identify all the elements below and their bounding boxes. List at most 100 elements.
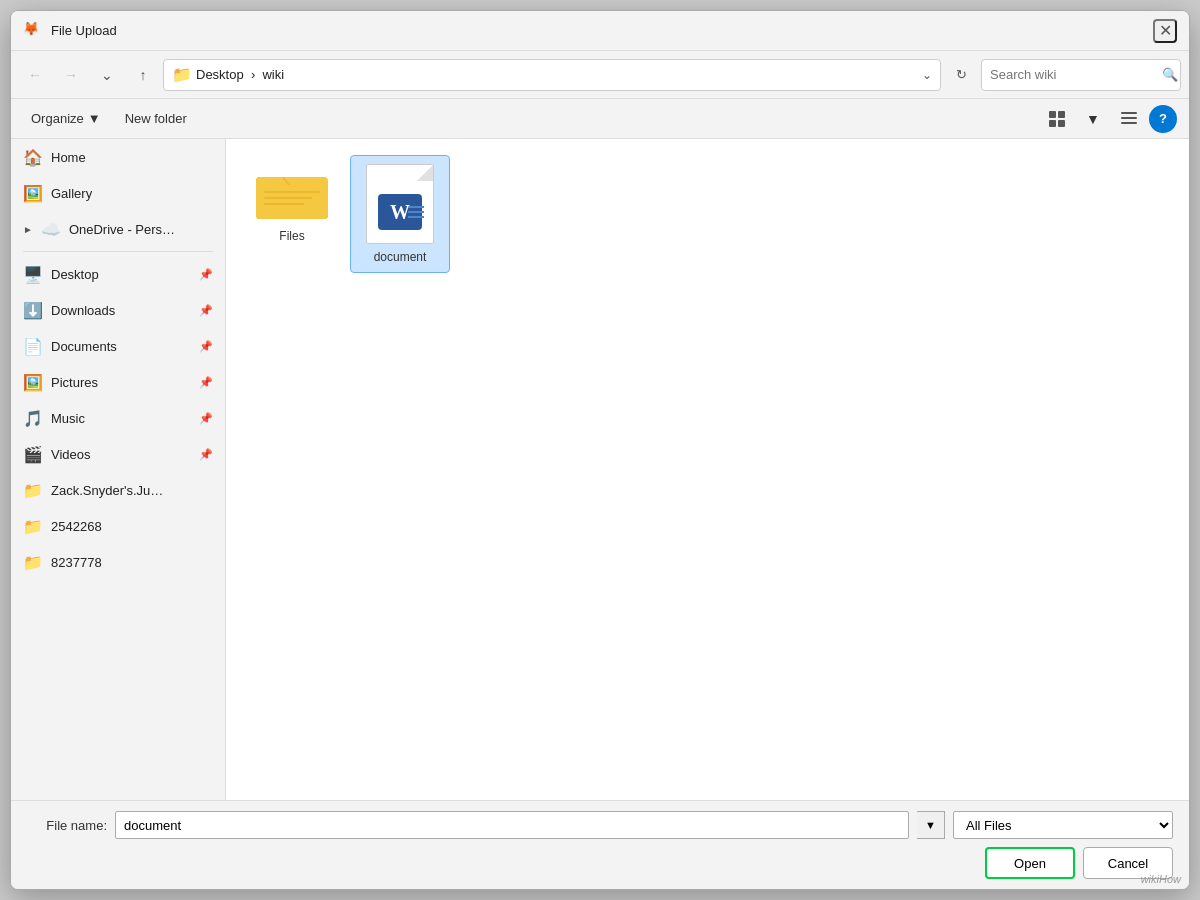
word-badge: W <box>378 194 422 230</box>
folder-2542268-icon: 📁 <box>23 517 43 536</box>
sidebar-downloads-label: Downloads <box>51 303 115 318</box>
folder-icon: 📁 <box>172 65 192 84</box>
forward-button[interactable]: → <box>55 59 87 91</box>
folder-icon-files <box>256 163 328 223</box>
svg-rect-9 <box>264 191 320 193</box>
pictures-icon: 🖼️ <box>23 373 43 392</box>
back-button[interactable]: ← <box>19 59 51 91</box>
sidebar-item-music[interactable]: 🎵 Music 📌 <box>11 400 225 436</box>
file-item-document[interactable]: W document <box>350 155 450 273</box>
svg-rect-5 <box>1121 117 1137 119</box>
onedrive-icon: ☁️ <box>41 220 61 239</box>
filename-row: File name: ▼ All Files Word Documents (*… <box>27 811 1173 839</box>
pictures-pin-icon: 📌 <box>199 376 213 389</box>
desktop-pin-icon: 📌 <box>199 268 213 281</box>
sidebar-videos-label: Videos <box>51 447 91 462</box>
svg-rect-11 <box>264 203 304 205</box>
close-button[interactable]: ✕ <box>1153 19 1177 43</box>
toolbar: Organize ▼ New folder ▼ <box>11 99 1189 139</box>
documents-icon: 📄 <box>23 337 43 356</box>
organize-button[interactable]: Organize ▼ <box>23 105 109 133</box>
desktop-icon: 🖥️ <box>23 265 43 284</box>
file-area: Files W <box>226 139 1189 800</box>
onedrive-expand-icon: ► <box>23 224 33 235</box>
sidebar-item-onedrive[interactable]: ► ☁️ OneDrive - Pers… <box>11 211 225 247</box>
sidebar-zack-label: Zack.Snyder's.Ju… <box>51 483 163 498</box>
toolbar-right: ▼ ? <box>1041 105 1177 133</box>
title-bar: 🦊 File Upload ✕ <box>11 11 1189 51</box>
view-dropdown-button[interactable]: ▼ <box>1077 105 1109 133</box>
sidebar-gallery-label: Gallery <box>51 186 92 201</box>
sidebar-item-desktop[interactable]: 🖥️ Desktop 📌 <box>11 256 225 292</box>
videos-icon: 🎬 <box>23 445 43 464</box>
organize-label: Organize <box>31 111 84 126</box>
svg-rect-6 <box>1121 122 1137 124</box>
up-button[interactable]: ↑ <box>127 59 159 91</box>
files-folder-name: Files <box>279 229 304 243</box>
address-bar[interactable]: 📁 Desktop › wiki ⌄ <box>163 59 941 91</box>
svg-rect-2 <box>1049 120 1056 127</box>
details-view-button[interactable] <box>1113 105 1145 133</box>
svg-rect-0 <box>1049 111 1056 118</box>
file-upload-dialog: 🦊 File Upload ✕ ← → ⌄ ↑ 📁 Desktop › wiki… <box>10 10 1190 890</box>
new-folder-button[interactable]: New folder <box>117 105 195 133</box>
sidebar-item-pictures[interactable]: 🖼️ Pictures 📌 <box>11 364 225 400</box>
word-line-2 <box>408 211 424 213</box>
word-line-1 <box>408 206 424 208</box>
view-options-button[interactable] <box>1041 105 1073 133</box>
sidebar-home-label: Home <box>51 150 86 165</box>
folder-8237778-icon: 📁 <box>23 553 43 572</box>
sidebar-item-8237778[interactable]: 📁 8237778 <box>11 544 225 580</box>
address-chevron-icon: ⌄ <box>922 68 932 82</box>
sidebar-item-documents[interactable]: 📄 Documents 📌 <box>11 328 225 364</box>
sidebar-item-zack[interactable]: 📁 Zack.Snyder's.Ju… <box>11 472 225 508</box>
music-icon: 🎵 <box>23 409 43 428</box>
svg-rect-4 <box>1121 112 1137 114</box>
sidebar-item-videos[interactable]: 🎬 Videos 📌 <box>11 436 225 472</box>
dialog-title: File Upload <box>51 23 1145 38</box>
organize-chevron-icon: ▼ <box>88 111 101 126</box>
nav-bar: ← → ⌄ ↑ 📁 Desktop › wiki ⌄ ↻ 🔍 <box>11 51 1189 99</box>
address-path: Desktop › wiki <box>196 67 284 82</box>
search-input[interactable] <box>990 67 1158 82</box>
word-document-icon: W <box>366 164 434 244</box>
sidebar-8237778-label: 8237778 <box>51 555 102 570</box>
document-file-name: document <box>374 250 427 264</box>
sidebar-documents-label: Documents <box>51 339 117 354</box>
filename-input[interactable] <box>115 811 909 839</box>
documents-pin-icon: 📌 <box>199 340 213 353</box>
doc-corner <box>417 165 433 181</box>
help-button[interactable]: ? <box>1149 105 1177 133</box>
sidebar-divider-1 <box>23 251 213 252</box>
sidebar-onedrive-label: OneDrive - Pers… <box>69 222 175 237</box>
firefox-icon: 🦊 <box>23 21 43 41</box>
file-item-files-folder[interactable]: Files <box>242 155 342 273</box>
sidebar-item-downloads[interactable]: ⬇️ Downloads 📌 <box>11 292 225 328</box>
filename-label: File name: <box>27 818 107 833</box>
filename-dropdown-button[interactable]: ▼ <box>917 811 945 839</box>
search-icon: 🔍 <box>1162 67 1178 82</box>
videos-pin-icon: 📌 <box>199 448 213 461</box>
bottom-bar: File name: ▼ All Files Word Documents (*… <box>11 800 1189 889</box>
sidebar-item-home[interactable]: 🏠 Home <box>11 139 225 175</box>
gallery-icon: 🖼️ <box>23 184 43 203</box>
open-button[interactable]: Open <box>985 847 1075 879</box>
search-box[interactable]: 🔍 <box>981 59 1181 91</box>
filetype-select[interactable]: All Files Word Documents (*.docx) Text F… <box>953 811 1173 839</box>
new-folder-label: New folder <box>125 111 187 126</box>
sidebar-item-gallery[interactable]: 🖼️ Gallery <box>11 175 225 211</box>
sidebar-item-2542268[interactable]: 📁 2542268 <box>11 508 225 544</box>
home-icon: 🏠 <box>23 148 43 167</box>
word-line-3 <box>408 216 424 218</box>
dropdown-button[interactable]: ⌄ <box>91 59 123 91</box>
action-row: Open Cancel <box>27 847 1173 879</box>
sidebar-desktop-label: Desktop <box>51 267 99 282</box>
downloads-icon: ⬇️ <box>23 301 43 320</box>
sidebar-pictures-label: Pictures <box>51 375 98 390</box>
refresh-button[interactable]: ↻ <box>945 59 977 91</box>
sidebar: 🏠 Home 🖼️ Gallery ► ☁️ OneDrive - Pers… … <box>11 139 226 800</box>
svg-rect-10 <box>264 197 312 199</box>
svg-rect-3 <box>1058 120 1065 127</box>
zack-folder-icon: 📁 <box>23 481 43 500</box>
music-pin-icon: 📌 <box>199 412 213 425</box>
